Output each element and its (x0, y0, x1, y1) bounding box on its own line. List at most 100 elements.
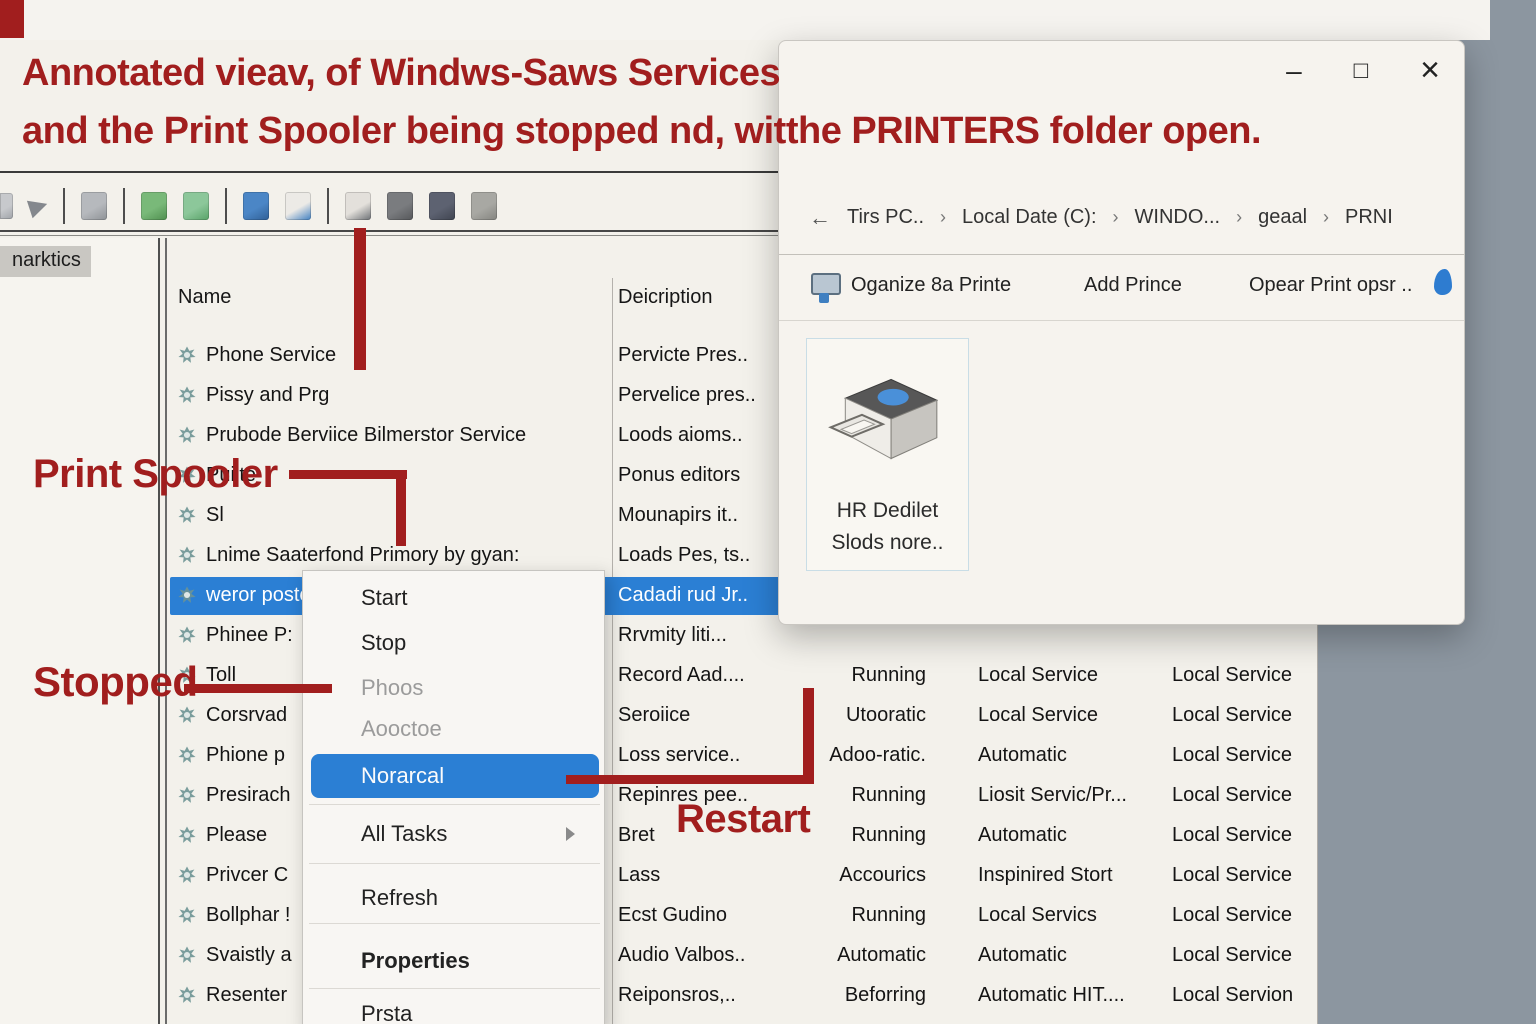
submenu-arrow-icon (566, 827, 575, 841)
help-icon[interactable] (243, 192, 270, 220)
menu-item-stop[interactable]: Stop (361, 623, 406, 663)
service-status: Adoo-ratic. (829, 744, 926, 766)
explorer-toolbar: Oganize 8a Printe Add Prince Opear Print… (779, 255, 1464, 321)
service-status: Utooratic (845, 704, 926, 726)
breadcrumb-separator-icon: › (1236, 207, 1243, 227)
start-service-icon[interactable] (345, 192, 372, 220)
toolbar-separator (123, 188, 126, 224)
service-logon-as: Local Service (1172, 664, 1293, 686)
printer-icon (828, 378, 939, 460)
printers-explorer-window: – □ × ← Tirs PC.. › Local Date (C): › WINDO.… (778, 40, 1465, 625)
add-printer-button[interactable]: Add Prince (1084, 274, 1182, 297)
column-header-description[interactable]: Deicription (618, 286, 712, 309)
stop-service-icon[interactable] (387, 192, 414, 220)
service-startup-type: Automatic (978, 824, 1067, 846)
service-name: Puiite (206, 464, 257, 486)
menu-separator (309, 863, 600, 864)
service-status: Beforring (844, 984, 926, 1006)
service-logon-as: Local Service (1172, 944, 1293, 966)
window-controls: – □ × (1286, 51, 1440, 90)
service-logon-as: Local Service (1172, 704, 1293, 726)
service-name: Sl (206, 504, 224, 526)
service-startup-type: Local Servics (978, 904, 1097, 926)
pause-service-icon[interactable] (429, 192, 456, 220)
breadcrumb-crumb[interactable]: geaal (1258, 206, 1307, 229)
breadcrumb-crumb[interactable]: WINDO... (1135, 206, 1221, 229)
breadcrumb-crumb[interactable]: Tirs PC.. (847, 206, 924, 229)
service-name: Phone Service (206, 344, 337, 366)
service-name: Privcer C (206, 864, 289, 886)
service-startup-type: Automatic (978, 944, 1067, 966)
service-description: Ponus editors (618, 464, 741, 486)
organize-button[interactable]: Oganize 8a Printe (851, 274, 1011, 297)
service-gear-icon (178, 866, 196, 883)
service-logon-as: Local Service (1172, 744, 1293, 766)
restart-service-icon[interactable] (471, 192, 498, 220)
service-gear-icon (178, 946, 196, 963)
menu-item-all-tasks[interactable]: All Tasks (361, 814, 447, 854)
toolbar-separator (327, 188, 330, 224)
service-startup-type: Automatic HIT.... (978, 984, 1125, 1006)
service-gear-icon (178, 906, 196, 923)
menu-item-refresh[interactable]: Refresh (361, 878, 438, 918)
menu-item-properties[interactable]: Properties (361, 941, 470, 981)
open-print-queue-button[interactable]: Opear Print opsr .. (1249, 274, 1412, 297)
service-gear-icon (178, 786, 196, 803)
service-status: Automatic (837, 944, 926, 966)
service-name: Svaistly a (206, 944, 292, 966)
menu-item-prsta[interactable]: Prsta (361, 994, 412, 1024)
service-description: Reiponsros,.. (618, 984, 736, 1006)
console-tree-item[interactable]: narktics (0, 246, 91, 277)
breadcrumb-separator-icon: › (940, 207, 947, 227)
menu-separator (309, 923, 600, 924)
service-status: Accourics (839, 864, 926, 886)
show-properties-icon[interactable] (285, 192, 312, 220)
close-button[interactable]: × (1420, 51, 1440, 90)
service-startup-type: Local Service (978, 704, 1099, 726)
service-name: Prubode Berviice Bilmerstor Service (206, 424, 527, 446)
menu-item-aooctoe[interactable]: Aooctoe (361, 709, 442, 749)
service-startup-type: Automatic (978, 744, 1067, 766)
menu-item-start[interactable]: Start (361, 578, 407, 618)
console-window-icon[interactable] (0, 193, 13, 219)
service-startup-type: Local Service (978, 664, 1099, 686)
panel-separator (158, 238, 160, 1024)
column-header-name[interactable]: Name (178, 286, 231, 309)
service-status: Running (851, 824, 926, 846)
menu-item-phoos[interactable]: Phoos (361, 668, 423, 708)
menu-item-highlight (311, 754, 599, 798)
save-console-icon[interactable] (141, 192, 168, 220)
back-icon[interactable]: ← (809, 205, 831, 231)
service-logon-as: Local Service (1172, 784, 1293, 806)
service-gear-icon (178, 546, 196, 563)
minimize-button[interactable]: – (1286, 55, 1302, 87)
service-gear-icon (178, 346, 196, 363)
breadcrumb-separator-icon: › (1323, 207, 1330, 227)
service-logon-as: Local Servion (1172, 984, 1294, 1006)
service-name: Please (206, 824, 268, 846)
breadcrumb-crumb[interactable]: PRNI (1345, 206, 1393, 229)
export-arrow-icon[interactable]: ▶ (25, 190, 51, 221)
properties-window-icon[interactable] (81, 192, 108, 220)
console-tree-panel: narktics (0, 238, 158, 1024)
service-gear-icon (178, 506, 196, 523)
service-name: Pissy and Prg (206, 384, 330, 406)
service-description: Mounapirs it.. (618, 504, 739, 526)
service-gear-icon (178, 586, 196, 603)
printer-item[interactable]: HR Dedilet Slods nore.. (806, 338, 969, 571)
service-gear-icon (178, 426, 196, 443)
toolbar-separator (225, 188, 228, 224)
export-list-icon[interactable] (183, 192, 210, 220)
menu-item-norarcal[interactable]: Norarcal (361, 756, 444, 796)
maximize-button[interactable]: □ (1354, 57, 1369, 85)
breadcrumb-crumb[interactable]: Local Date (C): (962, 206, 1097, 229)
service-name: Presirach (206, 784, 291, 806)
organize-icon (811, 273, 841, 303)
breadcrumb: ← Tirs PC.. › Local Date (C): › WINDO... › gea… (779, 181, 1464, 255)
service-description: Loods aioms.. (618, 424, 743, 446)
service-gear-icon (178, 466, 196, 483)
breadcrumb-separator-icon: › (1112, 207, 1119, 227)
service-description: Record Aad.... (618, 664, 745, 686)
desktop-top-strip (0, 0, 1490, 40)
service-name: Phinee P: (206, 624, 293, 646)
